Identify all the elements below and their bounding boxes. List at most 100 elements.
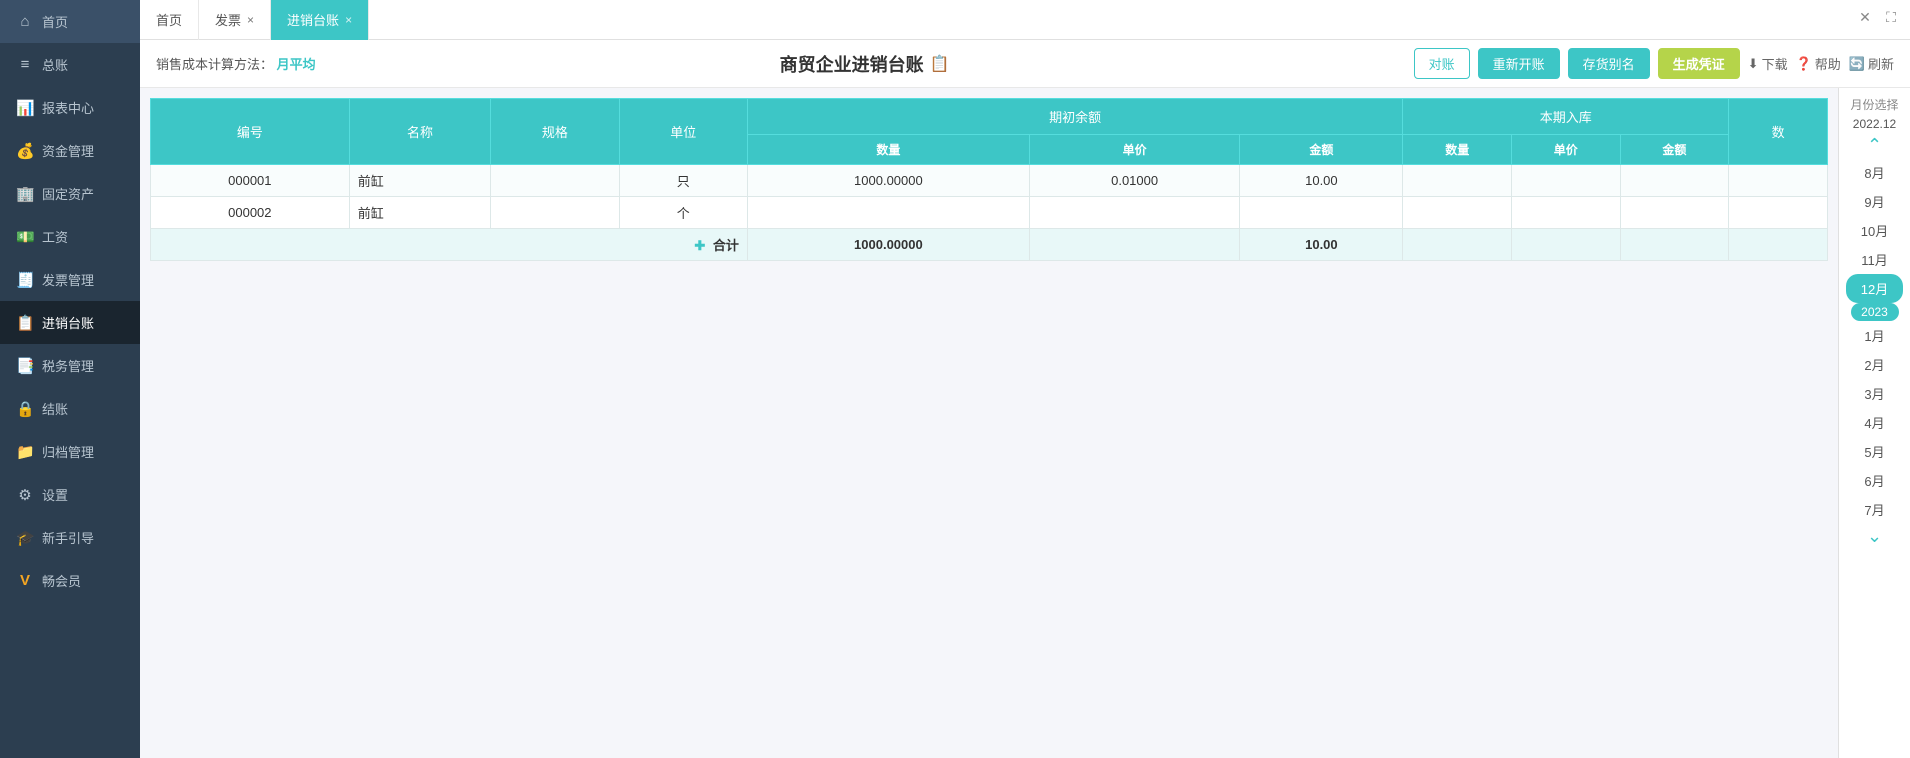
sidebar-label-settings: 设置 [42,485,68,504]
help-button[interactable]: ❓ 帮助 [1796,54,1841,73]
table-row: 000001 前缸 只 1000.00000 0.01000 10.00 [151,165,1828,197]
sidebar-label-payroll: 工资 [42,227,68,246]
reopen-button[interactable]: 重新开账 [1478,48,1560,79]
month-item-7[interactable]: 7月 [1839,495,1910,524]
sidebar-item-jinxiao[interactable]: 📋 进销台账 [0,301,140,344]
invoice-mgmt-icon: 🧾 [16,271,34,289]
reports-icon: 📊 [16,99,34,117]
download-icon: ⬇ [1748,56,1759,72]
row2-spec [491,197,619,229]
sub-price-in: 单价 [1512,135,1621,165]
sidebar-item-close[interactable]: 🔒 结账 [0,387,140,430]
help-label: 帮助 [1815,54,1841,73]
month-item-8[interactable]: 8月 [1839,158,1910,187]
col-code: 编号 [151,99,350,165]
sidebar-label-reports: 报表中心 [42,98,94,117]
payroll-icon: 💵 [16,228,34,246]
tab-invoice[interactable]: 发票 × [199,0,271,40]
sidebar-item-home[interactable]: ⌂ 首页 [0,0,140,43]
sidebar-item-reports[interactable]: 📊 报表中心 [0,86,140,129]
download-label: 下载 [1762,54,1788,73]
tab-invoice-close[interactable]: × [247,13,254,27]
row2-extra [1729,197,1828,229]
sidebar-item-vip[interactable]: V 畅会员 [0,559,140,602]
sub-qty-init: 数量 [747,135,1029,165]
month-picker-title: 月份选择 [1850,92,1898,115]
home-icon: ⌂ [16,13,34,30]
save-alias-button[interactable]: 存货别名 [1568,48,1650,79]
sidebar-item-payroll[interactable]: 💵 工资 [0,215,140,258]
month-item-2[interactable]: 2月 [1839,350,1910,379]
info-bar: 销售成本计算方法： 月平均 商贸企业进销台账 📋 对账 重新开账 存货别名 生成… [140,40,1910,88]
sidebar-item-settings[interactable]: ⚙ 设置 [0,473,140,516]
download-button[interactable]: ⬇ 下载 [1748,54,1788,73]
table-row: 000002 前缸 个 [151,197,1828,229]
total-qty-in [1403,229,1512,261]
row2-amount-init [1240,197,1403,229]
sub-amount-init: 金额 [1240,135,1403,165]
row1-extra [1729,165,1828,197]
sidebar-label-funds: 资金管理 [42,141,94,160]
month-item-9[interactable]: 9月 [1839,187,1910,216]
generate-voucher-button[interactable]: 生成凭证 [1658,48,1740,79]
total-amount-init: 10.00 [1240,229,1403,261]
main-table: 编号 名称 规格 单位 期初余额 本期入库 数 数量 单价 金额 数 [150,98,1828,261]
month-item-4[interactable]: 4月 [1839,408,1910,437]
sidebar-item-guide[interactable]: 🎓 新手引导 [0,516,140,559]
row2-price-in [1512,197,1621,229]
month-scroll-down[interactable]: ⌄ [1839,524,1910,549]
vip-icon: V [16,572,34,589]
col-group-qichuyu: 期初余额 [747,99,1402,135]
month-item-1[interactable]: 1月 [1839,321,1910,350]
col-group-bqruku: 本期入库 [1403,99,1729,135]
row2-price-init [1029,197,1240,229]
row1-amount-init: 10.00 [1240,165,1403,197]
tab-home[interactable]: 首页 [140,0,199,40]
col-spec: 规格 [491,99,619,165]
row2-unit: 个 [619,197,747,229]
sub-price-init: 单价 [1029,135,1240,165]
window-controls: ✕ ⛶ [1846,0,1910,34]
tab-jinxiao-close[interactable]: × [345,13,352,27]
month-item-3[interactable]: 3月 [1839,379,1910,408]
toolbar: 对账 重新开账 存货别名 生成凭证 ⬇ 下载 ❓ 帮助 🔄 刷新 [1414,48,1894,79]
duizhang-button[interactable]: 对账 [1414,48,1470,79]
month-item-5[interactable]: 5月 [1839,437,1910,466]
total-price-init [1029,229,1240,261]
col-unit: 单位 [619,99,747,165]
cost-method-value: 月平均 [277,57,316,72]
sidebar-item-funds[interactable]: 💰 资金管理 [0,129,140,172]
table-area: 编号 名称 规格 单位 期初余额 本期入库 数 数量 单价 金额 数 [140,88,1838,758]
month-scroll-up[interactable]: ⌃ [1839,133,1910,158]
tab-jinxiao[interactable]: 进销台账 × [271,0,369,40]
row2-qty-in [1403,197,1512,229]
close-ledger-icon: 🔒 [16,400,34,418]
month-item-10[interactable]: 10月 [1839,216,1910,245]
settings-icon: ⚙ [16,486,34,504]
sidebar-label-ledger: 总账 [42,55,68,74]
assets-icon: 🏢 [16,185,34,203]
page-title-area: 商贸企业进销台账 📋 [780,51,950,77]
page-title: 商贸企业进销台账 [780,51,924,77]
year-badge-2023: 2023 [1851,303,1899,321]
month-item-11[interactable]: 11月 [1839,245,1910,274]
sidebar-item-assets[interactable]: 🏢 固定资产 [0,172,140,215]
page-title-icon: 📋 [930,54,950,74]
window-close-button[interactable]: ✕ [1854,6,1876,28]
sidebar-label-home: 首页 [42,12,68,31]
sidebar-item-archive[interactable]: 📁 归档管理 [0,430,140,473]
sidebar-label-archive: 归档管理 [42,442,94,461]
window-maximize-button[interactable]: ⛶ [1880,6,1902,28]
row2-name: 前缸 [349,197,491,229]
sidebar-item-invoice-mgmt[interactable]: 🧾 发票管理 [0,258,140,301]
month-item-6[interactable]: 6月 [1839,466,1910,495]
row1-unit: 只 [619,165,747,197]
row2-code: 000002 [151,197,350,229]
month-item-12[interactable]: 12月 [1846,274,1903,303]
sidebar-item-ledger[interactable]: ≡ 总账 [0,43,140,86]
row1-qty-init: 1000.00000 [747,165,1029,197]
month-picker: 月份选择 2022.12 ⌃ 8月 9月 10月 11月 12月 2023 1月… [1838,88,1910,758]
cost-method-label: 销售成本计算方法： [156,57,273,72]
sidebar-item-tax[interactable]: 📑 税务管理 [0,344,140,387]
refresh-button[interactable]: 🔄 刷新 [1849,54,1894,73]
